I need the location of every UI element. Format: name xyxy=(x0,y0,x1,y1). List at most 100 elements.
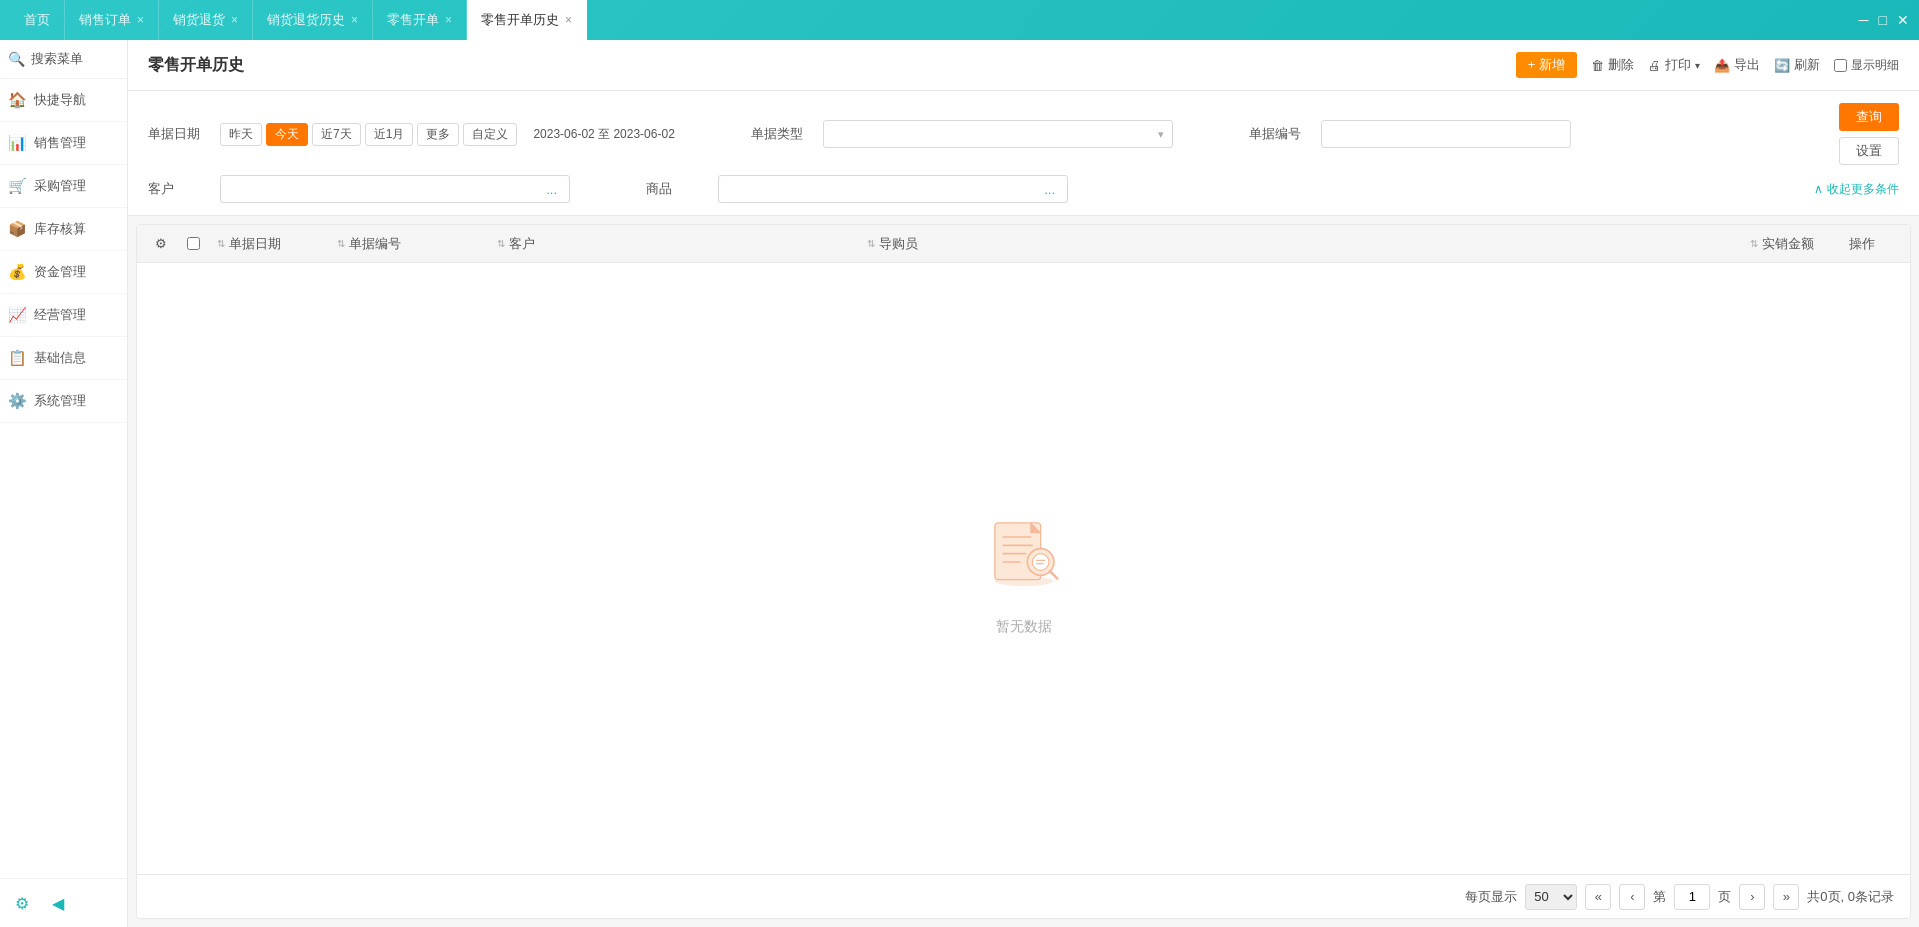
sidebar-collapse-btn[interactable]: ◀ xyxy=(44,889,72,917)
tab-retail-open-label: 零售开单 xyxy=(387,11,439,29)
sidebar-search[interactable]: 🔍 搜索菜单 xyxy=(0,40,127,79)
sidebar-item-finance[interactable]: 💰 资金管理 xyxy=(0,251,127,294)
date-btn-today[interactable]: 今天 xyxy=(266,123,308,146)
delete-icon: 🗑 xyxy=(1591,58,1604,73)
first-page-icon: « xyxy=(1595,889,1602,904)
goods-input[interactable]: ... xyxy=(718,175,1068,203)
tab-sales-order-close[interactable]: × xyxy=(137,14,144,26)
tab-sales-return-history[interactable]: 销货退货历史 × xyxy=(253,0,373,40)
inventory-icon: 📦 xyxy=(8,220,26,238)
filter-area: 单据日期 昨天 今天 近7天 近1月 更多 自定义 2023-06-02 至 2… xyxy=(128,91,1919,216)
select-all-checkbox[interactable] xyxy=(187,237,200,250)
sidebar-item-finance-label: 资金管理 xyxy=(34,263,86,281)
delete-button[interactable]: 🗑 删除 xyxy=(1591,56,1634,74)
col-date-sort-icon: ⇅ xyxy=(217,238,225,249)
page-header: 零售开单历史 + 新增 🗑 删除 🖨 打印 ▾ 📤 导出 xyxy=(128,40,1919,91)
tab-retail-open[interactable]: 零售开单 × xyxy=(373,0,467,40)
filter-setting-button[interactable]: 设置 xyxy=(1839,137,1899,165)
prev-page-icon: ‹ xyxy=(1630,889,1634,904)
main-layout: 🔍 搜索菜单 🏠 快捷导航 📊 销售管理 🛒 采购管理 📦 库存核算 💰 资金管… xyxy=(0,40,1919,927)
window-maximize[interactable]: □ xyxy=(1879,12,1887,28)
sidebar: 🔍 搜索菜单 🏠 快捷导航 📊 销售管理 🛒 采购管理 📦 库存核算 💰 资金管… xyxy=(0,40,128,927)
table-col-date[interactable]: ⇅ 单据日期 xyxy=(209,235,329,253)
last-page-button[interactable]: » xyxy=(1773,884,1799,910)
date-btn-custom[interactable]: 自定义 xyxy=(463,123,517,146)
export-button[interactable]: 📤 导出 xyxy=(1714,56,1760,74)
sidebar-item-quick-nav[interactable]: 🏠 快捷导航 xyxy=(0,79,127,122)
first-page-button[interactable]: « xyxy=(1585,884,1611,910)
tab-retail-open-history-close[interactable]: × xyxy=(565,14,572,26)
date-btn-more[interactable]: 更多 xyxy=(417,123,459,146)
system-icon: ⚙️ xyxy=(8,392,26,410)
table-header: ⚙ ⇅ 单据日期 ⇅ 单据编号 ⇅ 客户 ⇅ xyxy=(137,225,1910,263)
export-icon: 📤 xyxy=(1714,58,1730,73)
doc-type-dropdown-icon: ▾ xyxy=(1158,128,1164,141)
query-button[interactable]: 查询 xyxy=(1839,103,1899,131)
table-col-amount[interactable]: ⇅ 实销金额 xyxy=(1702,235,1822,253)
window-minimize[interactable]: ─ xyxy=(1859,12,1869,28)
doc-no-input[interactable] xyxy=(1321,120,1571,148)
table-col-guide[interactable]: ⇅ 导购员 xyxy=(859,235,979,253)
tab-sales-return-history-close[interactable]: × xyxy=(351,14,358,26)
doc-type-select[interactable]: ▾ xyxy=(823,120,1173,148)
table-col-settings[interactable]: ⚙ xyxy=(145,236,177,251)
goods-ellipsis-icon[interactable]: ... xyxy=(1040,182,1059,197)
sidebar-item-inventory[interactable]: 📦 库存核算 xyxy=(0,208,127,251)
page-suffix: 页 xyxy=(1718,888,1731,906)
finance-icon: 💰 xyxy=(8,263,26,281)
tab-retail-open-history[interactable]: 零售开单历史 × xyxy=(467,0,587,40)
customer-input[interactable]: ... xyxy=(220,175,570,203)
tab-retail-open-close[interactable]: × xyxy=(445,14,452,26)
sidebar-item-operations[interactable]: 📈 经营管理 xyxy=(0,294,127,337)
table-area: ⚙ ⇅ 单据日期 ⇅ 单据编号 ⇅ 客户 ⇅ xyxy=(136,224,1911,919)
collapse-label: 收起更多条件 xyxy=(1827,181,1899,198)
tab-sales-return-close[interactable]: × xyxy=(231,14,238,26)
filter-row-2: 客户 ... 商品 ... ∧ 收起更多条件 xyxy=(148,175,1899,203)
sidebar-settings-btn[interactable]: ⚙ xyxy=(8,889,36,917)
date-btn-yesterday[interactable]: 昨天 xyxy=(220,123,262,146)
svg-point-8 xyxy=(1032,553,1049,570)
tab-home[interactable]: 首页 xyxy=(10,0,65,40)
window-close[interactable]: ✕ xyxy=(1897,12,1909,28)
sidebar-item-system-label: 系统管理 xyxy=(34,392,86,410)
sidebar-item-system[interactable]: ⚙️ 系统管理 xyxy=(0,380,127,423)
col-customer-label: 客户 xyxy=(509,235,535,253)
sales-mgmt-icon: 📊 xyxy=(8,134,26,152)
sidebar-item-quick-nav-label: 快捷导航 xyxy=(34,91,86,109)
sidebar-item-sales-mgmt-label: 销售管理 xyxy=(34,134,86,152)
window-controls: ─ □ ✕ xyxy=(1859,12,1909,28)
tab-retail-open-history-label: 零售开单历史 xyxy=(481,11,559,29)
page-input[interactable] xyxy=(1674,884,1710,910)
per-page-label: 每页显示 xyxy=(1465,888,1517,906)
table-col-customer[interactable]: ⇅ 客户 xyxy=(489,235,859,253)
display-cols-label: 显示明细 xyxy=(1851,57,1899,74)
sidebar-item-sales-mgmt[interactable]: 📊 销售管理 xyxy=(0,122,127,165)
collapse-arrow-icon: ∧ xyxy=(1814,182,1823,196)
customer-ellipsis-icon[interactable]: ... xyxy=(542,182,561,197)
tab-sales-order[interactable]: 销售订单 × xyxy=(65,0,159,40)
col-amount-sort-icon: ⇅ xyxy=(1750,238,1758,249)
collapse-button[interactable]: ∧ 收起更多条件 xyxy=(1814,181,1899,198)
sidebar-item-basic-info[interactable]: 📋 基础信息 xyxy=(0,337,127,380)
table-col-check[interactable] xyxy=(177,237,209,250)
prev-page-button[interactable]: ‹ xyxy=(1619,884,1645,910)
customer-label: 客户 xyxy=(148,180,204,198)
next-page-button[interactable]: › xyxy=(1739,884,1765,910)
sidebar-item-purchase-mgmt[interactable]: 🛒 采购管理 xyxy=(0,165,127,208)
display-cols-checkbox[interactable] xyxy=(1834,59,1847,72)
refresh-button[interactable]: 🔄 刷新 xyxy=(1774,56,1820,74)
content: 零售开单历史 + 新增 🗑 删除 🖨 打印 ▾ 📤 导出 xyxy=(128,40,1919,927)
per-page-select[interactable]: 50 10 20 100 xyxy=(1525,884,1577,910)
date-range: 2023-06-02 至 2023-06-02 xyxy=(533,126,674,143)
tab-sales-order-label: 销售订单 xyxy=(79,11,131,29)
table-col-sn[interactable]: ⇅ 单据编号 xyxy=(329,235,489,253)
print-button[interactable]: 🖨 打印 ▾ xyxy=(1648,56,1700,74)
col-date-label: 单据日期 xyxy=(229,235,281,253)
empty-state: 暂无数据 xyxy=(137,263,1910,874)
new-button[interactable]: + 新增 xyxy=(1516,52,1577,78)
top-nav: 首页 销售订单 × 销货退货 × 销货退货历史 × 零售开单 × 零售开单历史 … xyxy=(0,0,1919,40)
date-btn-last-month[interactable]: 近1月 xyxy=(365,123,414,146)
date-btn-last7[interactable]: 近7天 xyxy=(312,123,361,146)
tab-sales-return[interactable]: 销货退货 × xyxy=(159,0,253,40)
display-cols-check[interactable]: 显示明细 xyxy=(1834,57,1899,74)
